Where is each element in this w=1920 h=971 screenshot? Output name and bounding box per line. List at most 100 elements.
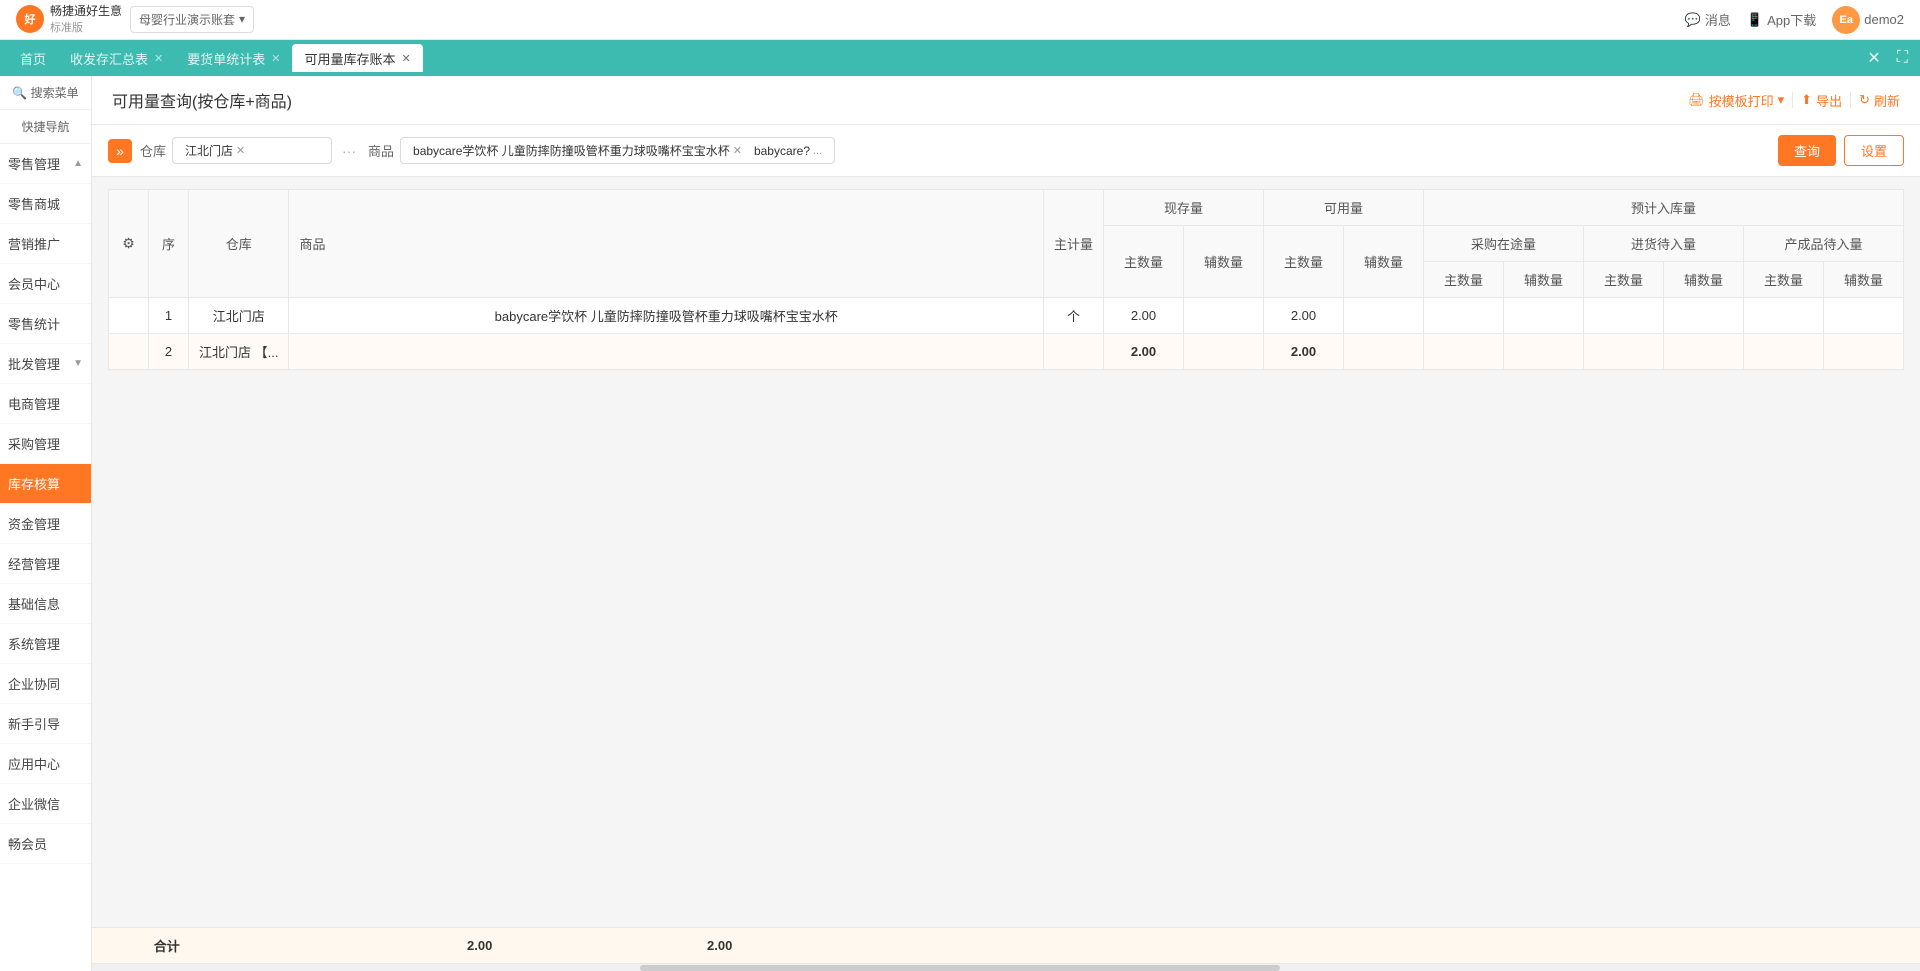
filter-expand-btn[interactable]: »: [108, 139, 132, 163]
td-product-2: [289, 334, 1044, 370]
user-initial: Ea: [1840, 14, 1853, 26]
top-bar: 好 畅捷通好生意 标准版 母婴行业演示账套 ▾ 💬 消息 📱 App下载 Ea …: [0, 0, 1920, 40]
th-available: 可用量: [1264, 190, 1424, 226]
sidebar-item-retail-mall[interactable]: 零售商城: [0, 184, 91, 224]
warehouse-tag-remove[interactable]: ✕: [236, 144, 245, 157]
settings-btn[interactable]: 设置: [1844, 135, 1904, 166]
sidebar-item-enterprise-wechat[interactable]: 企业微信: [0, 784, 91, 824]
sidebar-quick-nav-label: 快捷导航: [21, 120, 69, 134]
chevron-down-icon: ▾: [239, 12, 245, 26]
sidebar-item-basic-info-label: 基础信息: [8, 594, 60, 613]
logo-sub: 标准版: [50, 19, 122, 35]
sidebar-item-operation-mgmt[interactable]: 经营管理: [0, 544, 91, 584]
th-planned-inbound: 预计入库量: [1424, 190, 1904, 226]
query-btn[interactable]: 查询: [1778, 135, 1836, 166]
product-filter: 商品 babycare学饮杯 儿童防摔防撞吸管杯重力球吸嘴杯宝宝水杯 ✕ bab…: [368, 137, 835, 164]
table-footer: 合计 2.00 2.00: [92, 927, 1920, 963]
sidebar-item-purchase-mgmt[interactable]: 采购管理: [0, 424, 91, 464]
filter-actions: 查询 设置: [1778, 135, 1904, 166]
td-stock-aux-1: [1184, 298, 1264, 334]
warehouse-tag-container[interactable]: 江北门店 ✕: [172, 137, 332, 164]
th-avail-main: 主数量: [1264, 226, 1344, 298]
warehouse-more-btn[interactable]: ···: [338, 143, 360, 159]
sidebar-item-retail-stats-label: 零售统计: [8, 314, 60, 333]
sidebar-item-vip-member[interactable]: 畅会员: [0, 824, 91, 864]
scroll-thumb[interactable]: [640, 965, 1280, 971]
tab-available-stock-close[interactable]: ✕: [402, 52, 411, 65]
refresh-icon: ↻: [1859, 92, 1870, 108]
tab-fullscreen-btn[interactable]: ⛶: [1893, 47, 1912, 69]
horizontal-scrollbar[interactable]: [92, 963, 1920, 971]
sidebar-item-system-mgmt[interactable]: 系统管理: [0, 624, 91, 664]
app-download-action[interactable]: 📱 App下载: [1747, 10, 1816, 29]
td-stock-aux-2: [1184, 334, 1264, 370]
th-no: 序: [149, 190, 189, 298]
message-action[interactable]: 💬 消息: [1685, 10, 1731, 29]
user-area[interactable]: Ea demo2: [1832, 6, 1904, 34]
th-warehouse: 仓库: [189, 190, 289, 298]
sidebar-item-finance-mgmt[interactable]: 资金管理: [0, 504, 91, 544]
product-more: ...: [813, 145, 822, 157]
sidebar-item-operation-mgmt-label: 经营管理: [8, 554, 60, 573]
sidebar-item-basic-info[interactable]: 基础信息: [0, 584, 91, 624]
sidebar-item-ecommerce-mgmt[interactable]: 电商管理: [0, 384, 91, 424]
sidebar-item-inventory-check-label: 库存核算: [8, 474, 60, 493]
tab-bar: 首页 收发存汇总表 ✕ 要货单统计表 ✕ 可用量库存账本 ✕ ✕ ⛶: [0, 40, 1920, 76]
td-purchase-aux-1: [1504, 298, 1584, 334]
sidebar-search[interactable]: 🔍 搜索菜单: [0, 76, 91, 110]
footer-avail-main: 2.00: [680, 938, 760, 953]
message-label: 消息: [1705, 10, 1731, 29]
sidebar-item-retail-mgmt[interactable]: 零售管理 ▲: [0, 144, 91, 184]
td-warehouse-2: 江北门店 【...: [189, 334, 289, 370]
tab-income-expense-close[interactable]: ✕: [154, 52, 163, 65]
tab-order-stats-close[interactable]: ✕: [271, 52, 280, 65]
tab-home[interactable]: 首页: [8, 44, 58, 72]
tenant-selector[interactable]: 母婴行业演示账套 ▾: [130, 6, 254, 33]
chevron-down-icon-2: ▾: [1778, 92, 1785, 108]
th-purchase-aux: 辅数量: [1504, 262, 1584, 298]
sidebar-item-app-center[interactable]: 应用中心: [0, 744, 91, 784]
tenant-name: 母婴行业演示账套: [139, 11, 235, 28]
td-stock-main-2: 2.00: [1104, 334, 1184, 370]
product-tag-1-remove[interactable]: ✕: [733, 144, 742, 157]
sidebar-quick-nav[interactable]: 快捷导航: [0, 110, 91, 144]
product-tag-2-text: babycare?: [754, 144, 810, 158]
td-inbound-main-1: [1584, 298, 1664, 334]
avatar: Ea: [1832, 6, 1860, 34]
td-avail-aux-1: [1344, 298, 1424, 334]
main-layout: 🔍 搜索菜单 快捷导航 零售管理 ▲ 零售商城 营销推广 会员中心 零售统计 批…: [0, 76, 1920, 971]
tab-available-stock-label: 可用量库存账本: [304, 49, 395, 68]
tab-order-stats[interactable]: 要货单统计表 ✕: [175, 44, 292, 72]
th-settings[interactable]: ⚙: [109, 190, 149, 298]
sidebar-item-new-guide-label: 新手引导: [8, 714, 60, 733]
tab-income-expense[interactable]: 收发存汇总表 ✕: [58, 44, 175, 72]
sidebar-item-retail-stats[interactable]: 零售统计: [0, 304, 91, 344]
table-container: ⚙ 序 仓库 商品 主计量 现存量 可用量 预计入库量 主数量 辅数量 主数量 …: [92, 177, 1920, 927]
warehouse-tag-text: 江北门店: [185, 142, 233, 159]
sidebar-item-new-guide[interactable]: 新手引导: [0, 704, 91, 744]
filter-bar: » 仓库 江北门店 ✕ ··· 商品 babycare学饮杯 儿童防摔防撞吸管杯…: [92, 125, 1920, 177]
product-tag-container[interactable]: babycare学饮杯 儿童防摔防撞吸管杯重力球吸嘴杯宝宝水杯 ✕ babyca…: [400, 137, 835, 164]
td-purchase-aux-2: [1504, 334, 1584, 370]
refresh-label: 刷新: [1874, 91, 1900, 110]
sidebar-item-retail-mgmt-label: 零售管理: [8, 154, 60, 173]
refresh-btn[interactable]: ↻ 刷新: [1859, 91, 1900, 110]
sidebar-item-marketing[interactable]: 营销推广: [0, 224, 91, 264]
template-print-label: 按模板打印: [1709, 91, 1774, 110]
sidebar-item-marketing-label: 营销推广: [8, 234, 60, 253]
sidebar-item-inventory-check[interactable]: 库存核算: [0, 464, 91, 504]
sidebar-item-wholesale-mgmt[interactable]: 批发管理 ▼: [0, 344, 91, 384]
tab-home-label: 首页: [20, 49, 46, 68]
data-table: ⚙ 序 仓库 商品 主计量 现存量 可用量 预计入库量 主数量 辅数量 主数量 …: [108, 189, 1904, 370]
th-stock-aux: 辅数量: [1184, 226, 1264, 298]
template-print-btn[interactable]: 🖨 按模板打印 ▾: [1688, 91, 1784, 110]
product-tag-2: babycare? ...: [750, 143, 826, 159]
sidebar-item-member-center[interactable]: 会员中心: [0, 264, 91, 304]
sidebar-item-enterprise-collab[interactable]: 企业协同: [0, 664, 91, 704]
page-header-actions: 🖨 按模板打印 ▾ ⬆ 导出 ↻ 刷新: [1688, 91, 1900, 122]
top-bar-right: 💬 消息 📱 App下载 Ea demo2: [1685, 6, 1904, 34]
tab-available-stock[interactable]: 可用量库存账本 ✕: [292, 44, 422, 72]
export-btn[interactable]: ⬆ 导出: [1801, 91, 1842, 110]
tab-close-all-btn[interactable]: ✕: [1863, 46, 1884, 70]
th-purchase-transit: 采购在途量: [1424, 226, 1584, 262]
